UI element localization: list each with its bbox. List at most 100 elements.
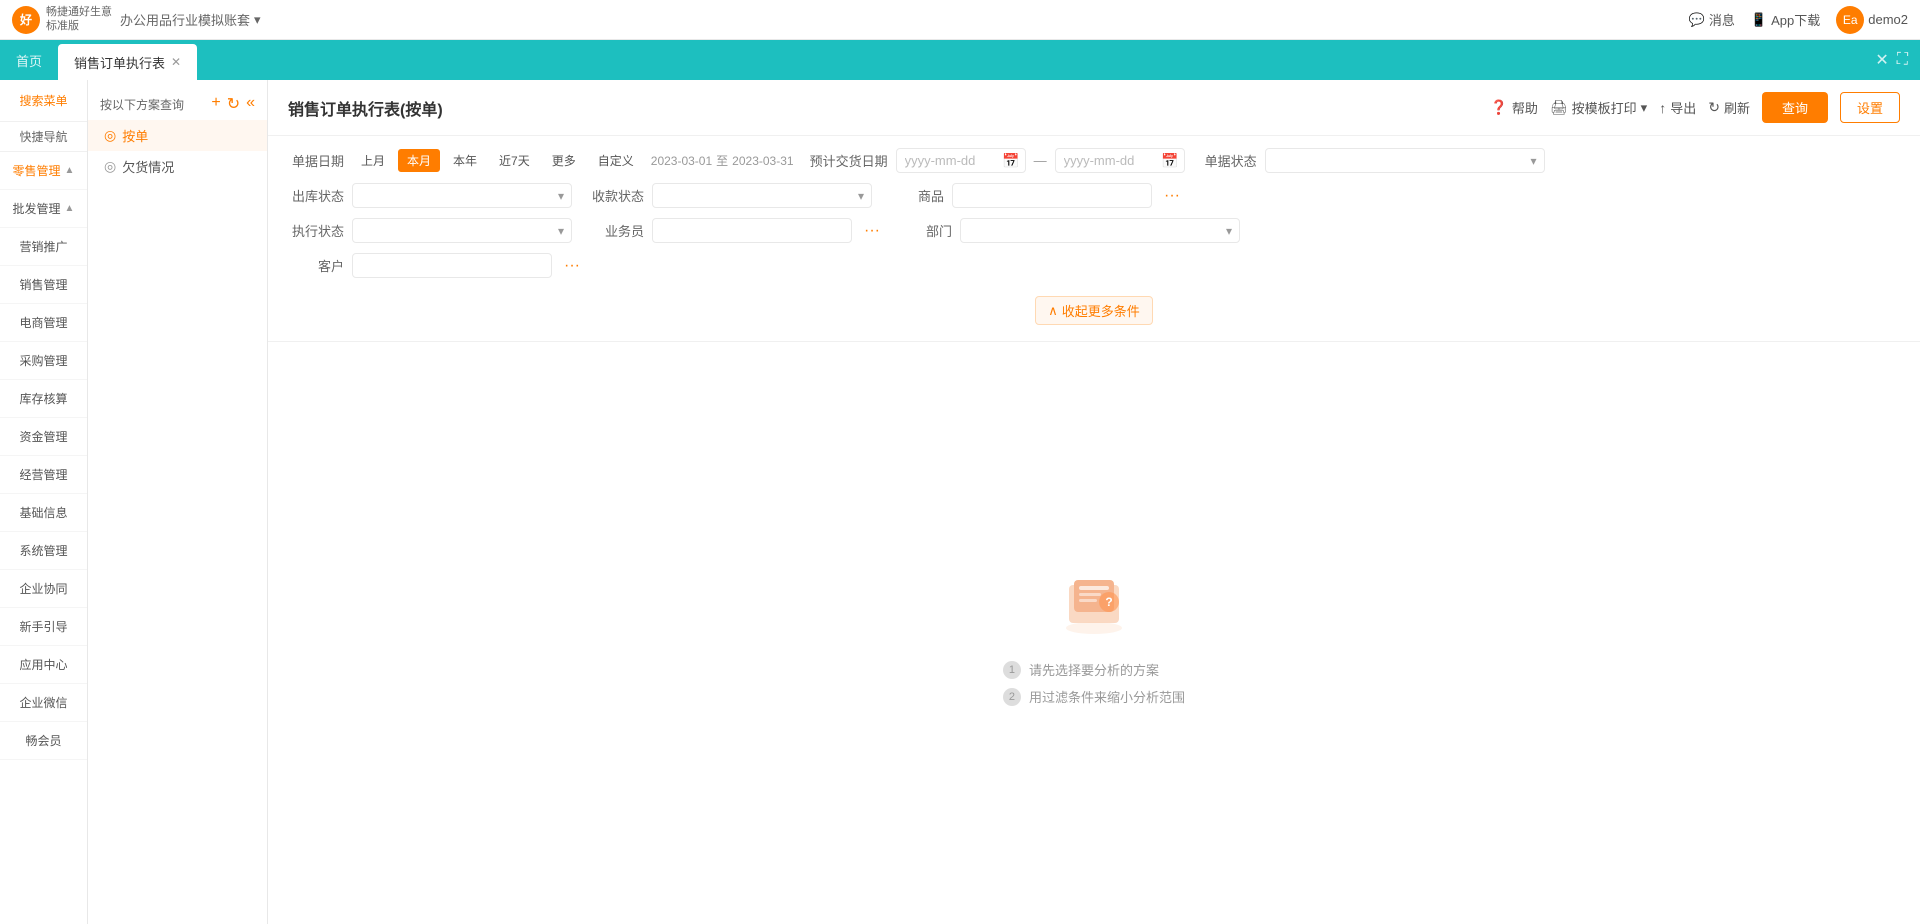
sidebar-item-newuser[interactable]: 新手引导 xyxy=(0,608,87,646)
export-icon: ↑ xyxy=(1659,100,1666,116)
sidebar-item-wholesale[interactable]: 批发管理 ▲ xyxy=(0,190,87,228)
settings-button[interactable]: 设置 xyxy=(1840,92,1900,123)
date-btn-custom[interactable]: 自定义 xyxy=(589,149,643,172)
tab-home[interactable]: 首页 xyxy=(0,40,58,80)
message-icon: 💬 xyxy=(1689,12,1705,28)
query-button[interactable]: 查询 xyxy=(1762,92,1828,123)
expected-date-start-input[interactable] xyxy=(896,148,1026,173)
print-button[interactable]: 🖨 按模板打印 ▾ xyxy=(1550,98,1647,117)
empty-hints: 1 请先选择要分析的方案 2 用过滤条件来缩小分析范围 xyxy=(1003,660,1185,706)
sidebar-item-appstore[interactable]: 应用中心 xyxy=(0,646,87,684)
sub-nav-header: 按以下方案查询 + ↻ « xyxy=(88,88,267,120)
customer-more-icon[interactable]: ··· xyxy=(564,257,580,275)
salesperson-input[interactable] xyxy=(652,218,852,243)
filter-department: 部门 xyxy=(896,218,1240,243)
export-button[interactable]: ↑ 导出 xyxy=(1659,98,1696,117)
restore-window-icon[interactable]: ⛶ xyxy=(1897,51,1908,69)
sidebar-item-retail[interactable]: 零售管理 ▲ xyxy=(0,152,87,190)
main-layout: 搜索菜单 快捷导航 零售管理 ▲ 批发管理 ▲ 营销推广 销售管理 电商管理 采… xyxy=(0,80,1920,924)
sidebar-item-member[interactable]: 畅会员 xyxy=(0,722,87,760)
expected-date-start-wrapper: 📅 xyxy=(896,148,1026,173)
sidebar-item-wechat[interactable]: 企业微信 xyxy=(0,684,87,722)
date-btn-more[interactable]: 更多 xyxy=(543,149,585,172)
tab-sales-order[interactable]: 销售订单执行表 ✕ xyxy=(58,44,197,80)
sidebar-item-ecommerce[interactable]: 电商管理 xyxy=(0,304,87,342)
refresh-button[interactable]: ↻ 刷新 xyxy=(1708,98,1750,117)
doc-status-select-wrapper xyxy=(1265,148,1545,173)
goods-more-icon[interactable]: ··· xyxy=(1164,187,1180,205)
wholesale-arrow-icon: ▲ xyxy=(65,203,75,214)
execution-select[interactable] xyxy=(352,218,572,243)
owe-item-icon: ◎ xyxy=(104,158,116,175)
section-wrapper: 按以下方案查询 + ↻ « ◎ 按单 ◎ 欠货情况 销售订单执行表(按单) xyxy=(88,80,1920,924)
date-btn-last7[interactable]: 近7天 xyxy=(490,149,539,172)
logo-area: 好 畅捷通好生意 标准版 xyxy=(12,6,112,34)
payment-select[interactable] xyxy=(652,183,872,208)
date-range-display: 2023-03-01 至 2023-03-31 xyxy=(651,152,794,169)
date-btn-lastmonth[interactable]: 上月 xyxy=(352,149,394,172)
delivery-select[interactable] xyxy=(352,183,572,208)
sub-nav-item-owe[interactable]: ◎ 欠货情况 xyxy=(88,151,267,182)
expected-date-end-wrapper: 📅 xyxy=(1055,148,1185,173)
sub-nav-collapse-icon[interactable]: « xyxy=(246,94,255,114)
help-icon: ❓ xyxy=(1490,99,1507,116)
close-window-icon[interactable]: ✕ xyxy=(1875,50,1888,70)
filter-date-buttons: 上月 本月 本年 近7天 更多 自定义 xyxy=(352,149,643,172)
doc-status-select[interactable] xyxy=(1265,148,1545,173)
filter-payment: 收款状态 xyxy=(588,183,872,208)
app-dropdown[interactable]: 办公用品行业模拟账套 ▾ xyxy=(120,10,261,29)
sidebar-item-basic[interactable]: 基础信息 xyxy=(0,494,87,532)
logo-text: 畅捷通好生意 标准版 xyxy=(46,6,112,32)
filter-execution: 执行状态 xyxy=(288,218,572,243)
expected-date-end-input[interactable] xyxy=(1055,148,1185,173)
sidebar-item-system[interactable]: 系统管理 xyxy=(0,532,87,570)
filter-row-1: 单据日期 上月 本月 本年 近7天 更多 自定义 2023-03-01 至 xyxy=(288,148,1900,173)
sidebar-item-inventory[interactable]: 库存核算 xyxy=(0,380,87,418)
sub-nav-add-icon[interactable]: + xyxy=(211,94,220,114)
help-button[interactable]: ❓ 帮助 xyxy=(1490,98,1537,117)
message-button[interactable]: 💬 消息 xyxy=(1689,10,1735,29)
app-download-button[interactable]: 📱 App下载 xyxy=(1751,10,1820,29)
sidebar-item-finance[interactable]: 资金管理 xyxy=(0,418,87,456)
execution-select-wrapper xyxy=(352,218,572,243)
delivery-select-wrapper xyxy=(352,183,572,208)
salesperson-more-icon[interactable]: ··· xyxy=(864,222,880,240)
sidebar-item-marketing[interactable]: 营销推广 xyxy=(0,228,87,266)
filter-expected-date: 预计交货日期 📅 — 📅 xyxy=(810,148,1185,173)
sidebar-item-operation[interactable]: 经营管理 xyxy=(0,456,87,494)
sidebar-search-button[interactable]: 搜索菜单 xyxy=(8,88,79,113)
page-header-actions: ❓ 帮助 🖨 按模板打印 ▾ ↑ 导出 ↻ 刷新 xyxy=(1490,92,1900,123)
customer-input[interactable] xyxy=(352,253,552,278)
filter-area: 单据日期 上月 本月 本年 近7天 更多 自定义 2023-03-01 至 xyxy=(268,136,1920,342)
date-btn-thismonth[interactable]: 本月 xyxy=(398,149,440,172)
department-select-wrapper xyxy=(960,218,1240,243)
tab-actions: ✕ ⛶ xyxy=(1875,50,1920,70)
press-item-icon: ◎ xyxy=(104,127,116,144)
empty-state-icon: ? xyxy=(1054,560,1134,640)
tab-close-icon[interactable]: ✕ xyxy=(171,55,181,69)
sidebar-item-company[interactable]: 企业协同 xyxy=(0,570,87,608)
filter-salesperson: 业务员 ··· xyxy=(588,218,880,243)
goods-input[interactable] xyxy=(952,183,1152,208)
empty-hint-1: 1 请先选择要分析的方案 xyxy=(1003,660,1185,679)
refresh-icon: ↻ xyxy=(1708,99,1720,116)
print-icon: 🖨 xyxy=(1550,99,1568,116)
sub-nav-refresh-icon[interactable]: ↻ xyxy=(227,94,240,114)
collapse-button[interactable]: ∧ 收起更多条件 xyxy=(1035,296,1153,325)
sub-nav-item-press[interactable]: ◎ 按单 xyxy=(88,120,267,151)
user-profile[interactable]: Ea demo2 xyxy=(1836,6,1908,34)
chevron-down-icon: ▾ xyxy=(254,12,261,28)
logo-icon: 好 xyxy=(12,6,40,34)
department-select[interactable] xyxy=(960,218,1240,243)
sidebar-quick-nav[interactable]: 快捷导航 xyxy=(0,122,87,152)
download-icon: 📱 xyxy=(1751,12,1767,28)
filter-doc-status: 单据状态 xyxy=(1201,148,1545,173)
filter-row-2: 出库状态 收款状态 xyxy=(288,183,1900,208)
empty-state: ? 1 请先选择要分析的方案 2 用过滤条件来缩小分析范围 xyxy=(268,342,1920,924)
sidebar-item-sales[interactable]: 销售管理 xyxy=(0,266,87,304)
date-btn-thisyear[interactable]: 本年 xyxy=(444,149,486,172)
sidebar-item-purchase[interactable]: 采购管理 xyxy=(0,342,87,380)
filter-goods: 商品 ··· xyxy=(888,183,1180,208)
top-bar-right: 💬 消息 📱 App下载 Ea demo2 xyxy=(1689,6,1908,34)
filter-delivery: 出库状态 xyxy=(288,183,572,208)
